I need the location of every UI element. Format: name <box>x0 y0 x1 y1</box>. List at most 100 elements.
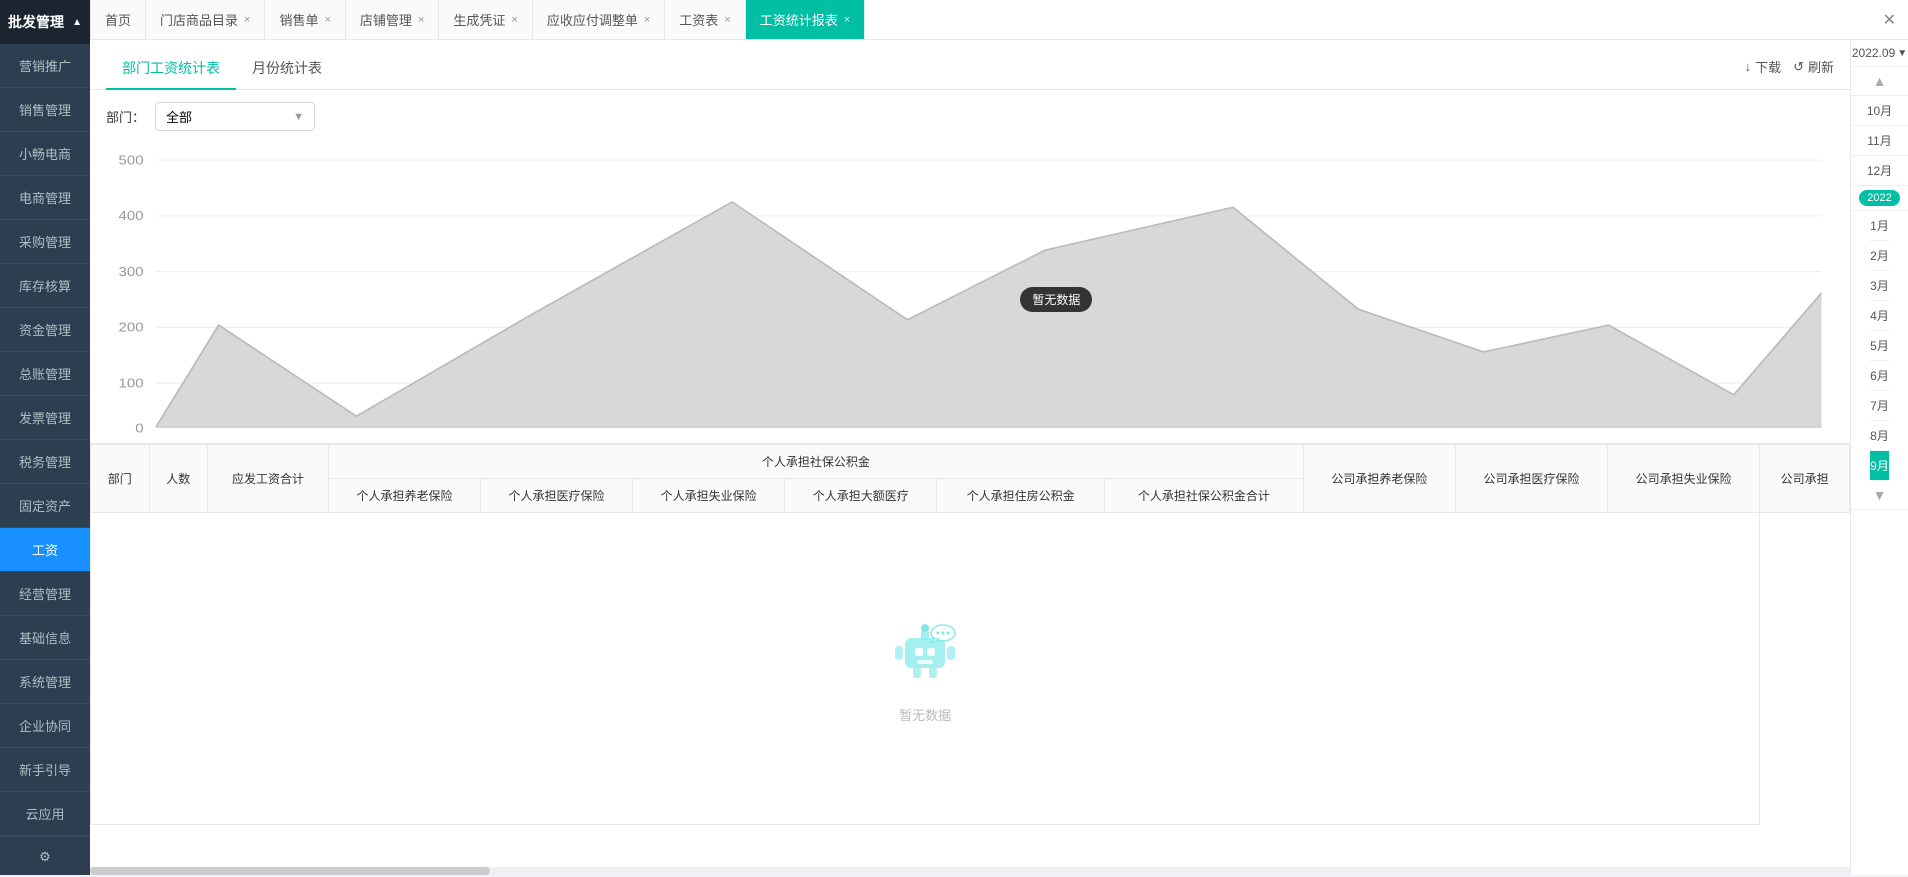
col-company-medical: 公司承担医疗保险 <box>1455 445 1607 513</box>
sidebar-item-新手引导[interactable]: 新手引导 <box>0 748 90 792</box>
tab-monthly-stats[interactable]: 月份统计表 <box>236 52 338 90</box>
sidebar-title: 批发管理 <box>8 12 64 32</box>
col-personal-major-medical: 个人承担大额医疗 <box>785 479 937 513</box>
chart-no-data-tooltip: 暂无数据 <box>1020 287 1092 312</box>
date-month-12[interactable]: 12月 <box>1851 156 1908 186</box>
sidebar-item-云应用[interactable]: 云应用 <box>0 792 90 836</box>
table-area[interactable]: 部门 人数 应发工资合计 个人承担社保公积金 公司承担养老保险 公司承担医疗保险… <box>90 443 1850 867</box>
col-company-unemployment: 公司承担失业保险 <box>1608 445 1760 513</box>
page-content: 部门工资统计表 月份统计表 ↓ 下载 ↺ 刷新 <box>90 40 1850 875</box>
sidebar-item-工资[interactable]: 工资 <box>0 528 90 572</box>
sidebar-item-销售管理[interactable]: 销售管理 <box>0 88 90 132</box>
date-year-badge-row[interactable]: 2022 <box>1851 186 1908 211</box>
tab-close-icon[interactable]: × <box>724 14 730 26</box>
settings-icon: ⚙ <box>39 849 51 864</box>
tab-close-icon[interactable]: × <box>244 14 250 26</box>
refresh-button[interactable]: ↺ 刷新 <box>1793 57 1834 76</box>
horizontal-scrollbar[interactable] <box>90 867 1850 875</box>
col-personal-medical: 个人承担医疗保险 <box>481 479 633 513</box>
tab-bar-close-button[interactable]: ✕ <box>1871 0 1908 40</box>
content-area: 部门工资统计表 月份统计表 ↓ 下载 ↺ 刷新 <box>90 40 1908 875</box>
sidebar-arrow: ▲ <box>72 17 82 28</box>
chart-container: 500 400 300 200 100 0 <box>106 143 1834 443</box>
empty-state-text: 暂无数据 <box>899 705 951 724</box>
tab-department-stats[interactable]: 部门工资统计表 <box>106 52 236 90</box>
sidebar-item-经营管理[interactable]: 经营管理 <box>0 572 90 616</box>
tab-店铺管理[interactable]: 店铺管理× <box>346 0 439 40</box>
date-month-7月[interactable]: 7月 <box>1870 391 1889 421</box>
date-month-6月[interactable]: 6月 <box>1870 361 1889 391</box>
date-month-3月[interactable]: 3月 <box>1870 271 1889 301</box>
svg-text:400: 400 <box>119 208 144 223</box>
chart-area: 500 400 300 200 100 0 <box>90 143 1850 443</box>
tab-生成凭证[interactable]: 生成凭证× <box>439 0 532 40</box>
sidebar-item-小畅电商[interactable]: 小畅电商 <box>0 132 90 176</box>
sidebar-item-采购管理[interactable]: 采购管理 <box>0 220 90 264</box>
col-total-salary: 应发工资合计 <box>208 445 329 513</box>
empty-state: 暂无数据 <box>111 573 1739 764</box>
svg-text:0: 0 <box>135 420 144 435</box>
sidebar-item-系统管理[interactable]: 系统管理 <box>0 660 90 704</box>
sidebar-item-发票管理[interactable]: 发票管理 <box>0 396 90 440</box>
sidebar-item-资金管理[interactable]: 资金管理 <box>0 308 90 352</box>
date-month-5月[interactable]: 5月 <box>1870 331 1889 361</box>
download-icon: ↓ <box>1745 59 1752 74</box>
download-label: 下载 <box>1755 57 1781 76</box>
sidebar-item-固定资产[interactable]: 固定资产 <box>0 484 90 528</box>
refresh-icon: ↺ <box>1793 59 1804 75</box>
department-filter-label: 部门： <box>106 107 145 126</box>
date-month-11[interactable]: 11月 <box>1851 126 1908 156</box>
date-nav-down[interactable]: ▼ <box>1851 481 1908 510</box>
sidebar-item-基础信息[interactable]: 基础信息 <box>0 616 90 660</box>
tab-门店商品目录[interactable]: 门店商品目录× <box>146 0 265 40</box>
sidebar-item-企业协同[interactable]: 企业协同 <box>0 704 90 748</box>
scrollbar-thumb[interactable] <box>90 867 490 875</box>
tab-首页[interactable]: 首页 <box>90 0 146 40</box>
area-chart: 500 400 300 200 100 0 <box>106 143 1834 443</box>
download-button[interactable]: ↓ 下载 <box>1745 57 1782 76</box>
date-month-1月[interactable]: 1月 <box>1870 211 1889 241</box>
col-personal-total: 个人承担社保公积金合计 <box>1104 479 1303 513</box>
sidebar-footer-settings[interactable]: ⚙ <box>0 836 90 877</box>
sidebar-item-营销推广[interactable]: 营销推广 <box>0 44 90 88</box>
tab-销售单[interactable]: 销售单 × <box>265 0 345 40</box>
col-headcount: 人数 <box>149 445 208 513</box>
date-header[interactable]: 2022.09 ▼ <box>1851 40 1908 67</box>
sidebar-item-总账管理[interactable]: 总账管理 <box>0 352 90 396</box>
sub-tabs-bar: 部门工资统计表 月份统计表 ↓ 下载 ↺ 刷新 <box>90 40 1850 90</box>
tab-close-icon[interactable]: × <box>844 14 850 26</box>
col-company-other: 公司承担 <box>1760 445 1850 513</box>
date-panel: 2022.09 ▼ ▲ 10月 11月 12月 2022 1月2月3月4月5月6… <box>1850 40 1908 875</box>
sidebar: 批发管理 ▲ 营销推广销售管理小畅电商电商管理采购管理库存核算资金管理总账管理发… <box>0 0 90 875</box>
tab-close-icon[interactable]: × <box>418 14 424 26</box>
tab-bar: 首页门店商品目录×销售单×店铺管理×生成凭证×应收应付调整单×工资表×工资统计报… <box>90 0 1908 40</box>
tab-label: 工资表 <box>679 10 718 29</box>
sidebar-item-电商管理[interactable]: 电商管理 <box>0 176 90 220</box>
tab-label: 销售单 <box>279 10 318 29</box>
tab-label: 应收应付调整单 <box>547 10 638 29</box>
tab-label: 首页 <box>105 10 131 29</box>
tab-close-icon[interactable]: × <box>644 14 650 26</box>
sidebar-item-库存核算[interactable]: 库存核算 <box>0 264 90 308</box>
svg-text:300: 300 <box>119 264 144 279</box>
date-month-9月[interactable]: 9月 <box>1870 451 1889 481</box>
tab-工资统计报表[interactable]: 工资统计报表× <box>746 0 865 40</box>
date-month-8月[interactable]: 8月 <box>1870 421 1889 451</box>
tab-close-icon[interactable]: × <box>511 14 517 26</box>
date-month-4月[interactable]: 4月 <box>1870 301 1889 331</box>
date-nav-up[interactable]: ▲ <box>1851 67 1908 96</box>
stats-table: 部门 人数 应发工资合计 个人承担社保公积金 公司承担养老保险 公司承担医疗保险… <box>90 444 1850 825</box>
tab-应收应付调整单[interactable]: 应收应付调整单 × <box>533 0 665 40</box>
refresh-label: 刷新 <box>1808 57 1834 76</box>
sidebar-header[interactable]: 批发管理 ▲ <box>0 0 90 44</box>
table-row: 暂无数据 <box>91 513 1850 825</box>
department-select[interactable]: 全部 ▼ <box>155 102 315 131</box>
filter-bar: 部门： 全部 ▼ <box>90 90 1850 143</box>
tab-close-icon[interactable]: × <box>324 14 330 26</box>
tab-工资表[interactable]: 工资表 × <box>665 0 745 40</box>
sidebar-item-税务管理[interactable]: 税务管理 <box>0 440 90 484</box>
date-month-2月[interactable]: 2月 <box>1870 241 1889 271</box>
col-personal-unemployment: 个人承担失业保险 <box>633 479 785 513</box>
date-month-10[interactable]: 10月 <box>1851 96 1908 126</box>
date-header-icon: ▼ <box>1897 48 1907 59</box>
